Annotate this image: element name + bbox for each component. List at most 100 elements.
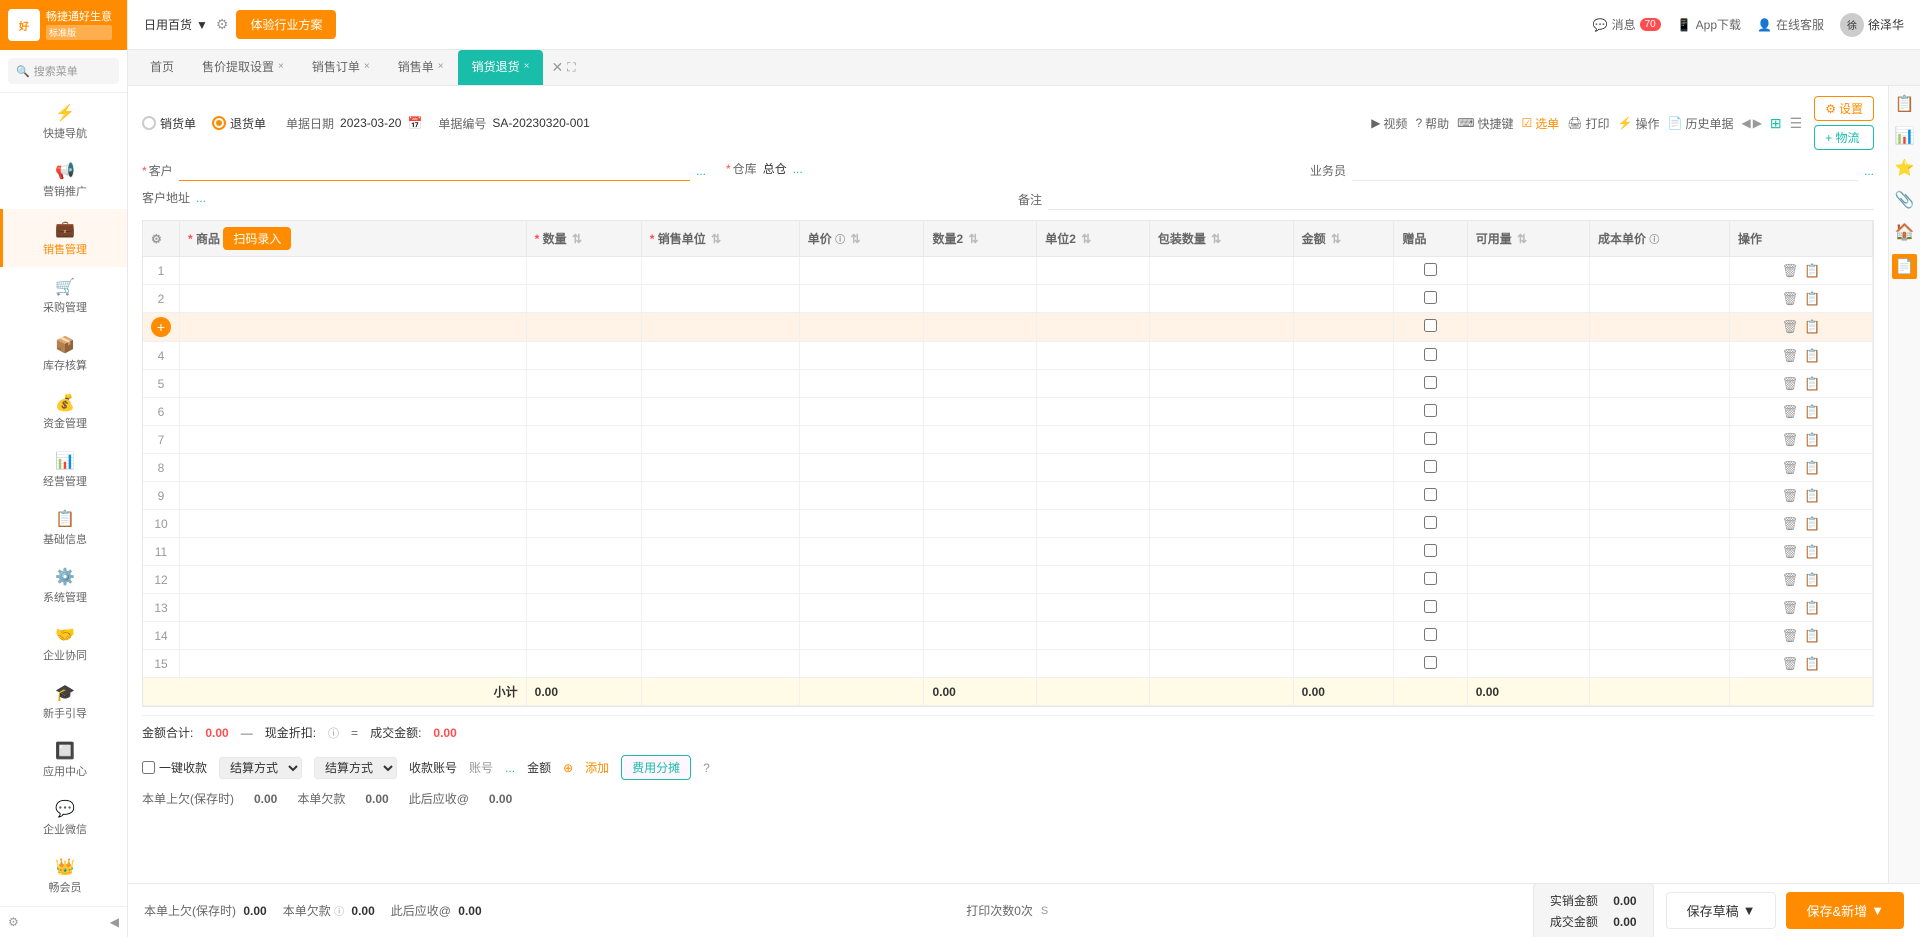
- delete-row-icon[interactable]: 🗑: [1782, 348, 1799, 364]
- sidebar-item-basic[interactable]: 📋 基础信息: [0, 499, 127, 557]
- delete-row-icon[interactable]: 🗑: [1782, 291, 1799, 307]
- delete-row-icon[interactable]: 🗑: [1782, 404, 1799, 420]
- right-icon-2[interactable]: 📊: [1895, 126, 1915, 146]
- copy-row-icon[interactable]: 📋: [1804, 488, 1820, 504]
- fee-split-button[interactable]: 费用分摊: [621, 755, 691, 780]
- copy-row-icon[interactable]: 📋: [1804, 460, 1820, 476]
- row-qty2[interactable]: [924, 313, 1037, 342]
- delete-row-icon[interactable]: 🗑: [1782, 656, 1799, 672]
- delete-row-icon[interactable]: 🗑: [1782, 488, 1799, 504]
- row-gift[interactable]: [1394, 313, 1467, 342]
- message-button[interactable]: 💬 消息 70: [1593, 16, 1661, 33]
- row-product[interactable]: [180, 313, 527, 342]
- copy-row-icon[interactable]: 📋: [1804, 376, 1820, 392]
- save-new-button[interactable]: 保存&新增 ▼: [1786, 892, 1904, 929]
- sidebar-item-finance[interactable]: 💰 资金管理: [0, 383, 127, 441]
- list-view-icon[interactable]: ☰: [1790, 115, 1803, 132]
- row-available[interactable]: [1467, 257, 1589, 285]
- copy-row-icon[interactable]: 📋: [1804, 404, 1820, 420]
- one-key-checkbox[interactable]: [142, 761, 155, 774]
- sidebar-item-shortcut[interactable]: ⚡ 快捷导航: [0, 93, 127, 151]
- gift-checkbox[interactable]: [1424, 263, 1437, 276]
- tab-sales[interactable]: 销售单 ×: [384, 50, 458, 85]
- calc-method-select[interactable]: 结算方式: [314, 757, 397, 779]
- sidebar-item-inventory[interactable]: 📦 库存核算: [0, 325, 127, 383]
- gift-checkbox[interactable]: [1424, 319, 1437, 332]
- right-icon-6[interactable]: 📄: [1892, 254, 1917, 279]
- delete-row-icon[interactable]: 🗑: [1782, 544, 1799, 560]
- delete-row-icon[interactable]: 🗑: [1782, 460, 1799, 476]
- row-product-input[interactable]: [188, 320, 518, 335]
- row-sales-unit[interactable]: [641, 257, 799, 285]
- row-amount[interactable]: [1293, 313, 1394, 342]
- select-btn[interactable]: ☑ 选单: [1521, 115, 1559, 132]
- sidebar-item-system[interactable]: ⚙️ 系统管理: [0, 557, 127, 615]
- sidebar-item-enterprise[interactable]: 🤝 企业协同: [0, 615, 127, 673]
- price-sort-icon[interactable]: ⇅: [851, 232, 861, 246]
- address-dots[interactable]: ...: [196, 191, 206, 205]
- right-icon-4[interactable]: 📎: [1895, 190, 1915, 210]
- copy-row-icon[interactable]: 📋: [1804, 656, 1820, 672]
- shortcut-btn[interactable]: ⌨ 快捷键: [1457, 115, 1513, 132]
- gift-checkbox[interactable]: [1424, 348, 1437, 361]
- row-sales-unit[interactable]: [641, 285, 799, 313]
- next-icon[interactable]: ▶: [1753, 116, 1762, 130]
- copy-row-icon[interactable]: 📋: [1804, 572, 1820, 588]
- row-amount[interactable]: [1293, 285, 1394, 313]
- staff-dots[interactable]: ...: [1864, 164, 1874, 178]
- experience-button[interactable]: 体验行业方案: [236, 10, 336, 39]
- row-unit2[interactable]: [1037, 257, 1150, 285]
- customer-input[interactable]: [179, 160, 690, 181]
- sidebar-item-wechat[interactable]: 💬 企业微信: [0, 789, 127, 847]
- tab-sales-order-close[interactable]: ×: [364, 61, 370, 72]
- copy-row-icon[interactable]: 📋: [1804, 516, 1820, 532]
- copy-row-icon[interactable]: 📋: [1804, 319, 1820, 335]
- row-cost-price[interactable]: [1589, 285, 1729, 313]
- copy-row-icon[interactable]: 📋: [1804, 628, 1820, 644]
- sales-unit-sort-icon[interactable]: ⇅: [711, 232, 721, 246]
- logistics-button[interactable]: + 物流: [1814, 125, 1874, 150]
- row-price[interactable]: [799, 257, 924, 285]
- available-sort-icon[interactable]: ⇅: [1517, 232, 1527, 246]
- copy-row-icon[interactable]: 📋: [1804, 432, 1820, 448]
- copy-row-icon[interactable]: 📋: [1804, 600, 1820, 616]
- row-gift[interactable]: [1394, 257, 1467, 285]
- gift-checkbox[interactable]: [1424, 628, 1437, 641]
- sidebar-item-sales[interactable]: 💼 销售管理: [0, 209, 127, 267]
- row-available[interactable]: [1467, 285, 1589, 313]
- video-btn[interactable]: ▶ 视频: [1371, 115, 1407, 132]
- tab-home[interactable]: 首页: [136, 50, 188, 85]
- help-btn[interactable]: ? 帮助: [1415, 115, 1449, 132]
- amount-sort-icon[interactable]: ⇅: [1331, 232, 1341, 246]
- row-product[interactable]: [180, 257, 527, 285]
- unit2-sort-icon[interactable]: ⇅: [1081, 232, 1091, 246]
- add-label[interactable]: 添加: [585, 759, 609, 776]
- delete-row-icon[interactable]: 🗑: [1782, 572, 1799, 588]
- sidebar-item-purchase[interactable]: 🛒 采购管理: [0, 267, 127, 325]
- online-service-button[interactable]: 👤 在线客服: [1757, 16, 1824, 33]
- customer-dots[interactable]: ...: [696, 164, 706, 178]
- qty-sort-icon[interactable]: ⇅: [572, 232, 582, 246]
- tab-price-set[interactable]: 售价提取设置 ×: [188, 50, 298, 85]
- add-row-button[interactable]: +: [151, 317, 171, 337]
- row-price[interactable]: [799, 285, 924, 313]
- row-cost-price[interactable]: [1589, 313, 1729, 342]
- sales-radio[interactable]: 销货单: [142, 115, 196, 132]
- copy-row-icon[interactable]: 📋: [1804, 291, 1820, 307]
- staff-input[interactable]: [1352, 160, 1858, 181]
- close-all-icon[interactable]: ✕: [551, 59, 563, 76]
- collapse-icon[interactable]: ◀: [110, 915, 119, 929]
- topbar-gear-icon[interactable]: ⚙: [216, 16, 229, 33]
- print-btn[interactable]: 🖨 打印: [1567, 115, 1609, 132]
- row-available[interactable]: [1467, 313, 1589, 342]
- tab-sales-order[interactable]: 销售订单 ×: [298, 50, 384, 85]
- row-amount[interactable]: [1293, 257, 1394, 285]
- delete-row-icon[interactable]: 🗑: [1782, 319, 1799, 335]
- gift-checkbox[interactable]: [1424, 404, 1437, 417]
- right-icon-5[interactable]: 🏠: [1895, 222, 1915, 242]
- app-download-button[interactable]: 📱 App下载: [1677, 16, 1741, 33]
- copy-row-icon[interactable]: 📋: [1804, 544, 1820, 560]
- grid-view-icon[interactable]: ⊞: [1770, 115, 1782, 132]
- settings-icon[interactable]: ⚙: [8, 915, 19, 929]
- row-sales-unit[interactable]: [641, 313, 799, 342]
